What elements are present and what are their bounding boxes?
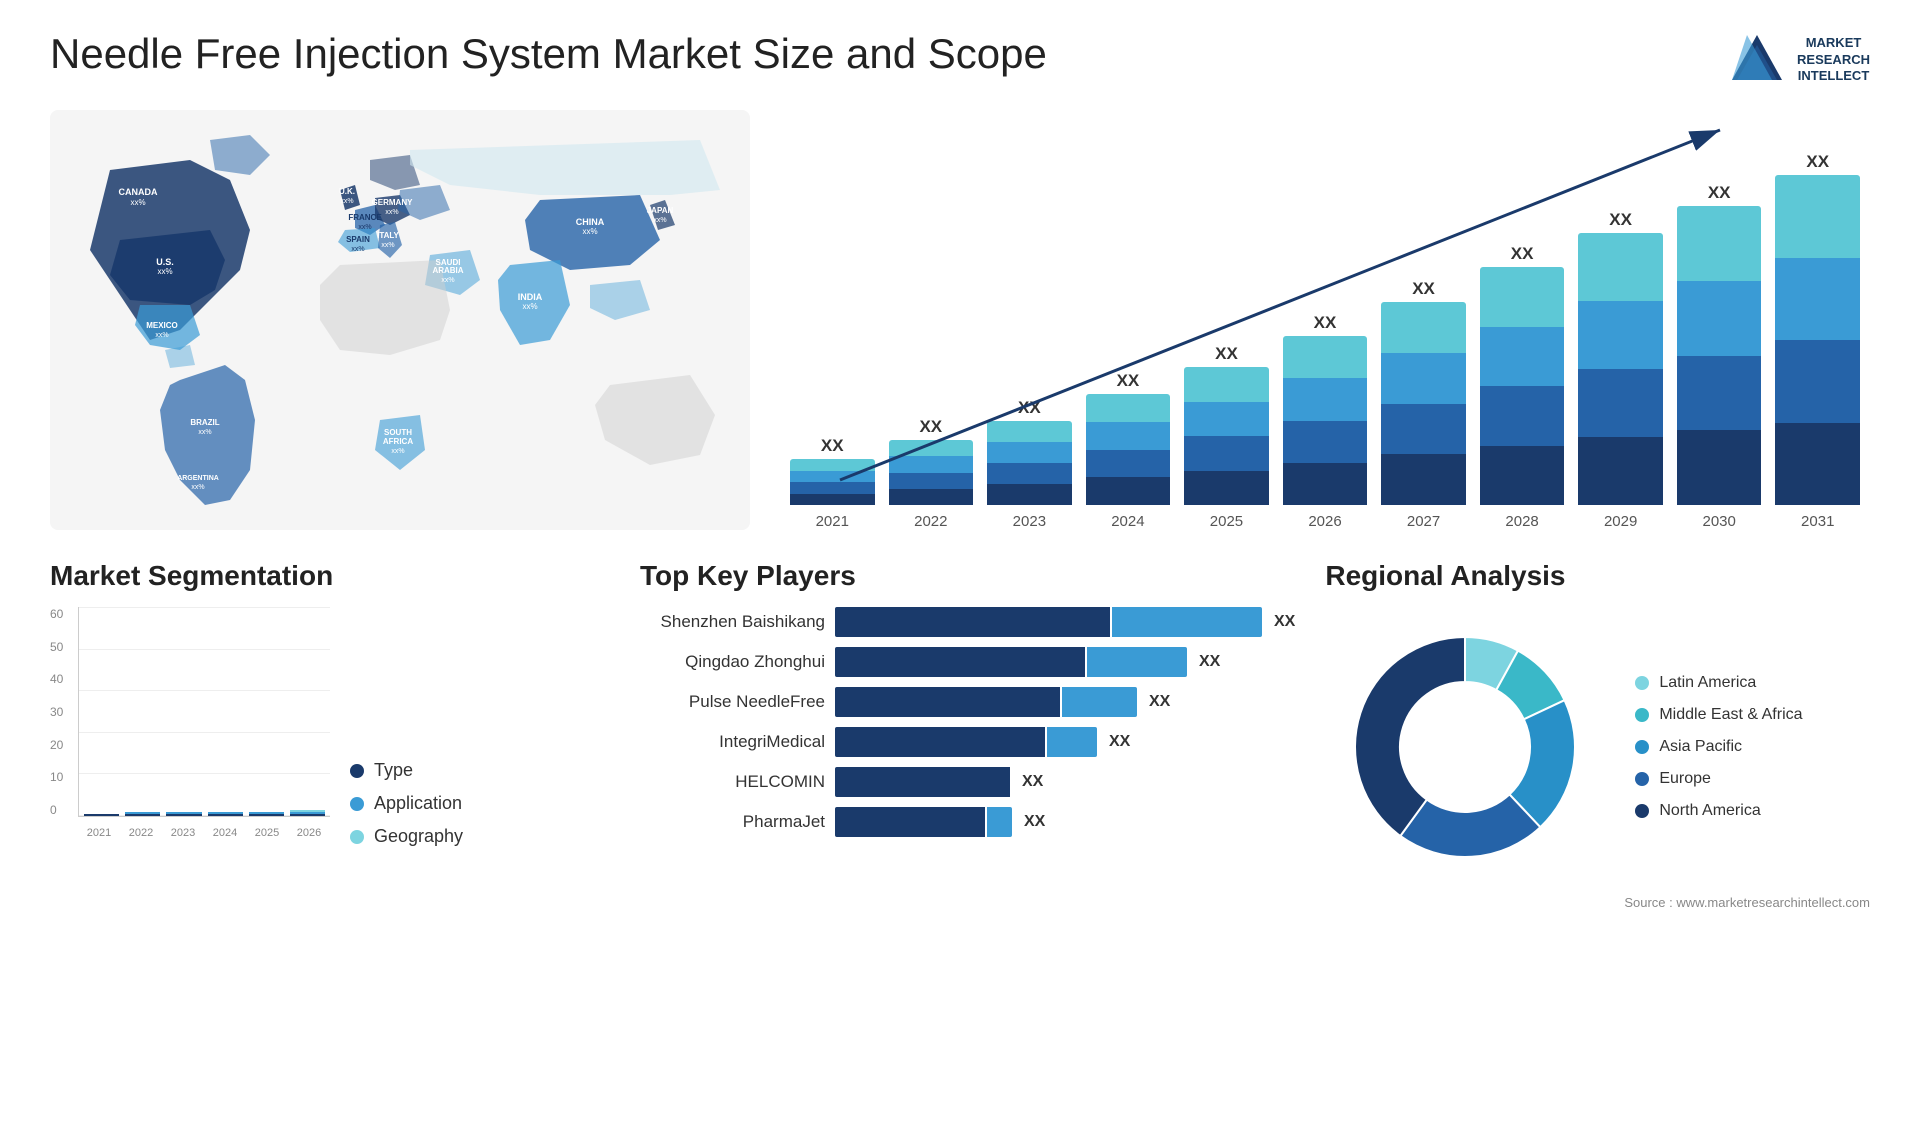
svg-text:U.K.: U.K. (339, 187, 355, 196)
regional-content: Latin America Middle East & Africa Asia Pa… (1325, 607, 1870, 887)
svg-text:ITALY: ITALY (377, 231, 399, 240)
svg-text:xx%: xx% (391, 448, 404, 455)
regional-legend-dot (1635, 708, 1649, 722)
svg-text:xx%: xx% (198, 429, 211, 436)
player-name: HELCOMIN (640, 772, 825, 792)
svg-text:ARABIA: ARABIA (432, 266, 463, 275)
top-section: CANADA xx% U.S. xx% MEXICO xx% BRAZIL xx… (50, 110, 1870, 530)
logo-text: MARKET RESEARCH INTELLECT (1797, 35, 1870, 86)
regional-legend-label: Europe (1659, 770, 1711, 788)
svg-text:INDIA: INDIA (518, 292, 543, 302)
players-title: Top Key Players (640, 560, 1295, 592)
regional-legend-item: Latin America (1635, 674, 1802, 692)
player-row: Pulse NeedleFreeXX (640, 687, 1295, 717)
regional-legend: Latin America Middle East & Africa Asia Pa… (1635, 674, 1802, 820)
player-name: Qingdao Zhonghui (640, 652, 825, 672)
svg-text:xx%: xx% (157, 267, 172, 276)
regional-legend-item: Europe (1635, 770, 1802, 788)
segmentation-legend: Type Application Geography (350, 760, 463, 847)
legend-dot-application (350, 797, 364, 811)
bottom-section: Market Segmentation 60 50 40 30 20 10 0 (50, 560, 1870, 1116)
player-name: PharmaJet (640, 812, 825, 832)
player-name: IntegriMedical (640, 732, 825, 752)
svg-text:xx%: xx% (441, 277, 454, 284)
svg-text:xx%: xx% (191, 484, 204, 491)
legend-dot-type (350, 764, 364, 778)
regional-legend-label: North America (1659, 802, 1760, 820)
player-row: PharmaJetXX (640, 807, 1295, 837)
legend-dot-geography (350, 830, 364, 844)
svg-text:FRANCE: FRANCE (348, 213, 382, 222)
regional-legend-dot (1635, 772, 1649, 786)
players-list: Shenzhen BaishikangXX Qingdao ZhonghuiXX P… (640, 607, 1295, 837)
regional-title: Regional Analysis (1325, 560, 1870, 592)
svg-text:SPAIN: SPAIN (346, 235, 370, 244)
svg-text:xx%: xx% (381, 242, 394, 249)
legend-item-application: Application (350, 793, 463, 814)
svg-text:xx%: xx% (385, 209, 398, 216)
svg-text:xx%: xx% (653, 217, 666, 224)
svg-text:CANADA: CANADA (119, 187, 158, 197)
regional-legend-dot (1635, 740, 1649, 754)
svg-text:xx%: xx% (522, 302, 537, 311)
svg-text:xx%: xx% (130, 198, 145, 207)
svg-text:SOUTH: SOUTH (384, 428, 412, 437)
map-section: CANADA xx% U.S. xx% MEXICO xx% BRAZIL xx… (50, 110, 750, 530)
logo-icon (1727, 30, 1787, 90)
bar-chart-section: XXXXXXXXXXXXXXXXXXXXXX202120222023202420… (780, 110, 1870, 530)
player-row: Qingdao ZhonghuiXX (640, 647, 1295, 677)
player-name: Pulse NeedleFree (640, 692, 825, 712)
legend-label-geography: Geography (374, 826, 463, 847)
legend-label-type: Type (374, 760, 413, 781)
legend-label-application: Application (374, 793, 462, 814)
source-text: Source : www.marketresearchintellect.com (1325, 895, 1870, 910)
logo: MARKET RESEARCH INTELLECT (1727, 30, 1870, 90)
svg-text:xx%: xx% (351, 246, 364, 253)
svg-text:GERMANY: GERMANY (372, 198, 414, 207)
regional-legend-label: Middle East & Africa (1659, 706, 1802, 724)
world-map: CANADA xx% U.S. xx% MEXICO xx% BRAZIL xx… (50, 110, 750, 530)
regional-legend-item: Middle East & Africa (1635, 706, 1802, 724)
legend-item-geography: Geography (350, 826, 463, 847)
svg-text:xx%: xx% (155, 332, 168, 339)
svg-text:U.S.: U.S. (156, 257, 174, 267)
svg-text:xx%: xx% (340, 198, 353, 205)
segmentation-title: Market Segmentation (50, 560, 610, 592)
svg-text:xx%: xx% (582, 227, 597, 236)
players-section: Top Key Players Shenzhen BaishikangXX Qin… (640, 560, 1295, 1116)
player-name: Shenzhen Baishikang (640, 612, 825, 632)
regional-section: Regional Analysis Latin America Middle Ea… (1325, 560, 1870, 1116)
legend-item-type: Type (350, 760, 463, 781)
player-row: Shenzhen BaishikangXX (640, 607, 1295, 637)
regional-legend-dot (1635, 804, 1649, 818)
svg-text:JAPAN: JAPAN (647, 206, 674, 215)
svg-text:xx%: xx% (358, 224, 371, 231)
page: Needle Free Injection System Market Size… (0, 0, 1920, 1146)
svg-text:AFRICA: AFRICA (383, 437, 413, 446)
regional-legend-label: Asia Pacific (1659, 738, 1742, 756)
player-row: IntegriMedicalXX (640, 727, 1295, 757)
page-title: Needle Free Injection System Market Size… (50, 30, 1047, 78)
donut-chart (1325, 607, 1605, 887)
regional-legend-item: North America (1635, 802, 1802, 820)
svg-text:BRAZIL: BRAZIL (190, 418, 219, 427)
header: Needle Free Injection System Market Size… (50, 30, 1870, 90)
svg-text:CHINA: CHINA (576, 217, 605, 227)
segmentation-section: Market Segmentation 60 50 40 30 20 10 0 (50, 560, 610, 1116)
regional-legend-dot (1635, 676, 1649, 690)
svg-text:ARGENTINA: ARGENTINA (177, 475, 219, 482)
svg-text:MEXICO: MEXICO (146, 321, 178, 330)
regional-legend-item: Asia Pacific (1635, 738, 1802, 756)
player-row: HELCOMINXX (640, 767, 1295, 797)
regional-legend-label: Latin America (1659, 674, 1756, 692)
